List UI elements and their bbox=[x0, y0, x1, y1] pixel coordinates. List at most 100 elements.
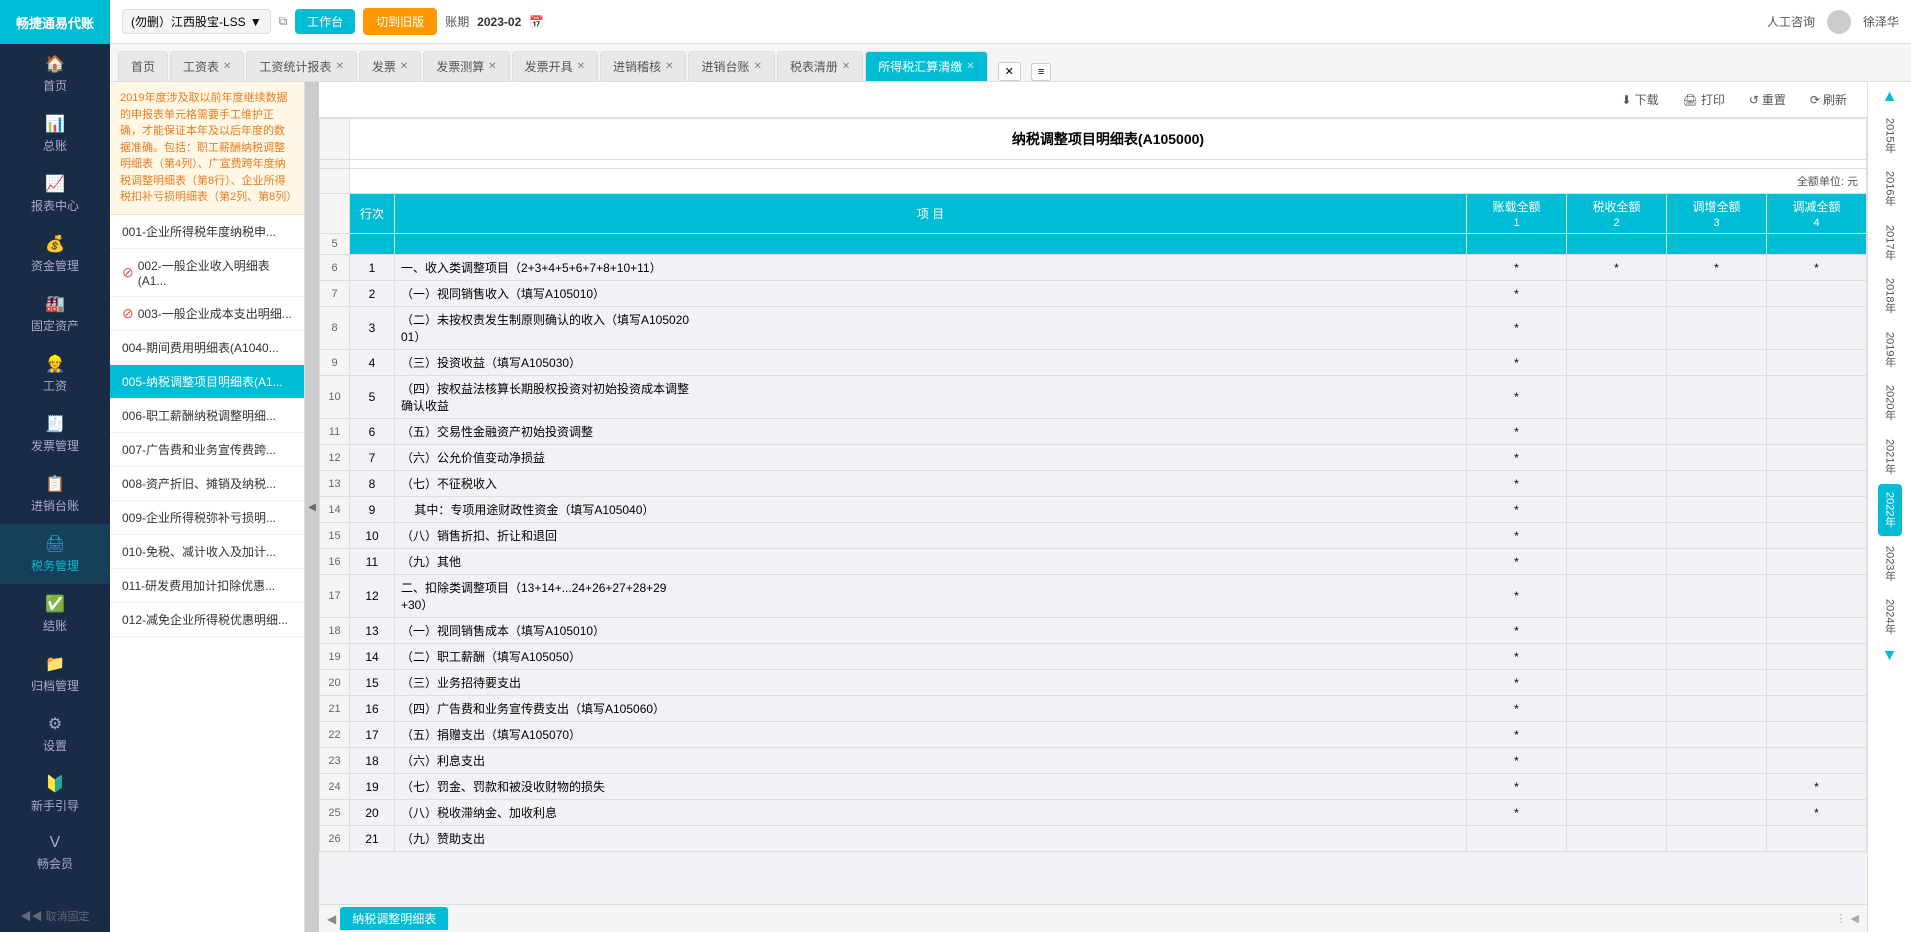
cell-c4[interactable] bbox=[1767, 523, 1867, 549]
cell-c4[interactable] bbox=[1767, 471, 1867, 497]
tab-payroll[interactable]: 工资表 ✕ bbox=[170, 51, 244, 81]
cell-c3[interactable] bbox=[1667, 350, 1767, 376]
list-item[interactable]: 008-资产折旧、摊销及纳税... bbox=[110, 467, 304, 501]
year-item-2022[interactable]: 2022年 bbox=[1878, 484, 1902, 535]
cell-c3[interactable] bbox=[1667, 774, 1767, 800]
cell-c2[interactable] bbox=[1567, 774, 1667, 800]
sidebar-item-payroll[interactable]: 👷 工资 bbox=[0, 344, 110, 404]
cell-c3[interactable] bbox=[1667, 800, 1767, 826]
scroll-left-icon[interactable]: ◀ bbox=[1851, 912, 1859, 925]
tab-invoice[interactable]: 发票 ✕ bbox=[359, 51, 421, 81]
cell-c4[interactable] bbox=[1767, 722, 1867, 748]
year-item-2018[interactable]: 2018年 bbox=[1878, 270, 1902, 321]
cell-c3[interactable] bbox=[1667, 618, 1767, 644]
cell-c2[interactable] bbox=[1567, 800, 1667, 826]
sidebar-item-report[interactable]: 📈 报表中心 bbox=[0, 164, 110, 224]
cell-c1[interactable]: * bbox=[1467, 281, 1567, 307]
workbench-button[interactable]: 工作台 bbox=[295, 9, 355, 34]
consult-button[interactable]: 人工咨询 bbox=[1767, 13, 1815, 30]
year-item-2019[interactable]: 2019年 bbox=[1878, 324, 1902, 375]
list-item[interactable]: 007-广告费和业务宣传费跨... bbox=[110, 433, 304, 467]
cell-item[interactable]: （六）公允价值变动净损益 bbox=[395, 445, 1467, 471]
sidebar-item-tax-mgr[interactable]: 🖨 税务管理 bbox=[0, 524, 110, 584]
close-all-tabs-button[interactable]: ✕ bbox=[998, 62, 1021, 81]
cell-c4[interactable] bbox=[1767, 350, 1867, 376]
list-item[interactable]: 010-免税、减计收入及加计... bbox=[110, 535, 304, 569]
list-item[interactable]: 011-研发费用加计扣除优惠... bbox=[110, 569, 304, 603]
sidebar-item-settings[interactable]: ⚙ 设置 bbox=[0, 704, 110, 764]
cell-item[interactable]: （二）职工薪酬（填写A105050） bbox=[395, 644, 1467, 670]
tab-invoice-calc[interactable]: 发票测算 ✕ bbox=[423, 51, 509, 81]
copy-icon[interactable]: ⧉ bbox=[279, 14, 288, 29]
tab-close-icon[interactable]: ✕ bbox=[577, 61, 585, 72]
calendar-icon[interactable]: 📅 bbox=[529, 15, 544, 29]
cell-c2[interactable] bbox=[1567, 748, 1667, 774]
list-item[interactable]: 009-企业所得税弥补亏损明... bbox=[110, 501, 304, 535]
cell-c2[interactable] bbox=[1567, 644, 1667, 670]
cell-c1[interactable]: * bbox=[1467, 618, 1567, 644]
cell-c3[interactable] bbox=[1667, 826, 1767, 852]
cell-c2[interactable] bbox=[1567, 497, 1667, 523]
year-item-2017[interactable]: 2017年 bbox=[1878, 217, 1902, 268]
cell-c2[interactable] bbox=[1567, 471, 1667, 497]
cell-item[interactable]: （四）按权益法核算长期股权投资对初始投资成本调整确认收益 bbox=[395, 376, 1467, 419]
list-item[interactable]: 006-职工薪酬纳税调整明细... bbox=[110, 399, 304, 433]
tab-close-icon[interactable]: ✕ bbox=[753, 61, 761, 72]
sidebar-item-input-tax[interactable]: 📋 进销台账 bbox=[0, 464, 110, 524]
cell-c1[interactable]: * bbox=[1467, 800, 1567, 826]
reset-button[interactable]: ↺ 重置 bbox=[1741, 88, 1794, 111]
tab-input-tax[interactable]: 进销稽核 ✕ bbox=[600, 51, 686, 81]
cell-c1[interactable]: * bbox=[1467, 748, 1567, 774]
list-item-active[interactable]: 005-纳税调整项目明细表(A1... bbox=[110, 365, 304, 399]
cell-item[interactable]: （七）不征税收入 bbox=[395, 471, 1467, 497]
cell-c1[interactable] bbox=[1467, 826, 1567, 852]
cell-c1[interactable]: * bbox=[1467, 255, 1567, 281]
cell-c4[interactable] bbox=[1767, 644, 1867, 670]
cell-item[interactable]: （一）视同销售收入（填写A105010） bbox=[395, 281, 1467, 307]
cell-c3[interactable] bbox=[1667, 376, 1767, 419]
sidebar-item-member[interactable]: V 畅会员 bbox=[0, 824, 110, 882]
cell-c2[interactable] bbox=[1567, 376, 1667, 419]
tab-close-icon[interactable]: ✕ bbox=[335, 61, 343, 72]
sidebar-item-fund[interactable]: 💰 资金管理 bbox=[0, 224, 110, 284]
cell-c3[interactable] bbox=[1667, 644, 1767, 670]
tab-input-ledger[interactable]: 进销台账 ✕ bbox=[688, 51, 774, 81]
cell-c2[interactable] bbox=[1567, 826, 1667, 852]
cell-c2[interactable] bbox=[1567, 419, 1667, 445]
year-item-2024[interactable]: 2024年 bbox=[1878, 591, 1902, 642]
sidebar-item-guide[interactable]: 🔰 新手引导 bbox=[0, 764, 110, 824]
cell-c1[interactable]: * bbox=[1467, 644, 1567, 670]
list-item[interactable]: 004-期间费用明细表(A1040... bbox=[110, 331, 304, 365]
year-item-2016[interactable]: 2016年 bbox=[1878, 163, 1902, 214]
cell-c4[interactable] bbox=[1767, 618, 1867, 644]
year-item-2020[interactable]: 2020年 bbox=[1878, 377, 1902, 428]
switch-old-button[interactable]: 切到旧版 bbox=[363, 8, 437, 35]
cell-c2[interactable] bbox=[1567, 618, 1667, 644]
list-item[interactable]: 001-企业所得税年度纳税申... bbox=[110, 215, 304, 249]
cell-item[interactable]: （七）罚金、罚款和被没收财物的损失 bbox=[395, 774, 1467, 800]
company-selector[interactable]: (勿删）江西股宝-LSS ▼ bbox=[122, 9, 271, 34]
cell-item[interactable]: （九）其他 bbox=[395, 549, 1467, 575]
cell-c3[interactable] bbox=[1667, 419, 1767, 445]
cell-c4[interactable] bbox=[1767, 497, 1867, 523]
tab-menu-button[interactable]: ≡ bbox=[1031, 63, 1051, 81]
cell-item[interactable]: （四）广告费和业务宣传费支出（填写A105060） bbox=[395, 696, 1467, 722]
cell-c1[interactable]: * bbox=[1467, 774, 1567, 800]
cell-c1[interactable]: * bbox=[1467, 350, 1567, 376]
year-item-2015[interactable]: 2015年 bbox=[1878, 110, 1902, 161]
nav-left-icon[interactable]: ◀ bbox=[327, 912, 336, 926]
cell-c3[interactable] bbox=[1667, 471, 1767, 497]
cell-item[interactable]: （二）未按权责发生制原则确认的收入（填写A10502001） bbox=[395, 307, 1467, 350]
cell-c1[interactable]: * bbox=[1467, 696, 1567, 722]
year-up-arrow[interactable]: ▲ bbox=[1880, 86, 1900, 108]
list-item[interactable]: ⊘ 002-一般企业收入明细表(A1... bbox=[110, 249, 304, 297]
cell-item[interactable]: （八）销售折扣、折让和退回 bbox=[395, 523, 1467, 549]
cell-c3[interactable] bbox=[1667, 523, 1767, 549]
cell-c1[interactable]: * bbox=[1467, 497, 1567, 523]
cell-c4[interactable] bbox=[1767, 575, 1867, 618]
refresh-button[interactable]: ⟳ 刷新 bbox=[1802, 88, 1855, 111]
cell-c4[interactable] bbox=[1767, 445, 1867, 471]
year-down-arrow[interactable]: ▼ bbox=[1880, 645, 1900, 667]
tab-close-icon[interactable]: ✕ bbox=[842, 61, 850, 72]
cell-c3[interactable] bbox=[1667, 575, 1767, 618]
